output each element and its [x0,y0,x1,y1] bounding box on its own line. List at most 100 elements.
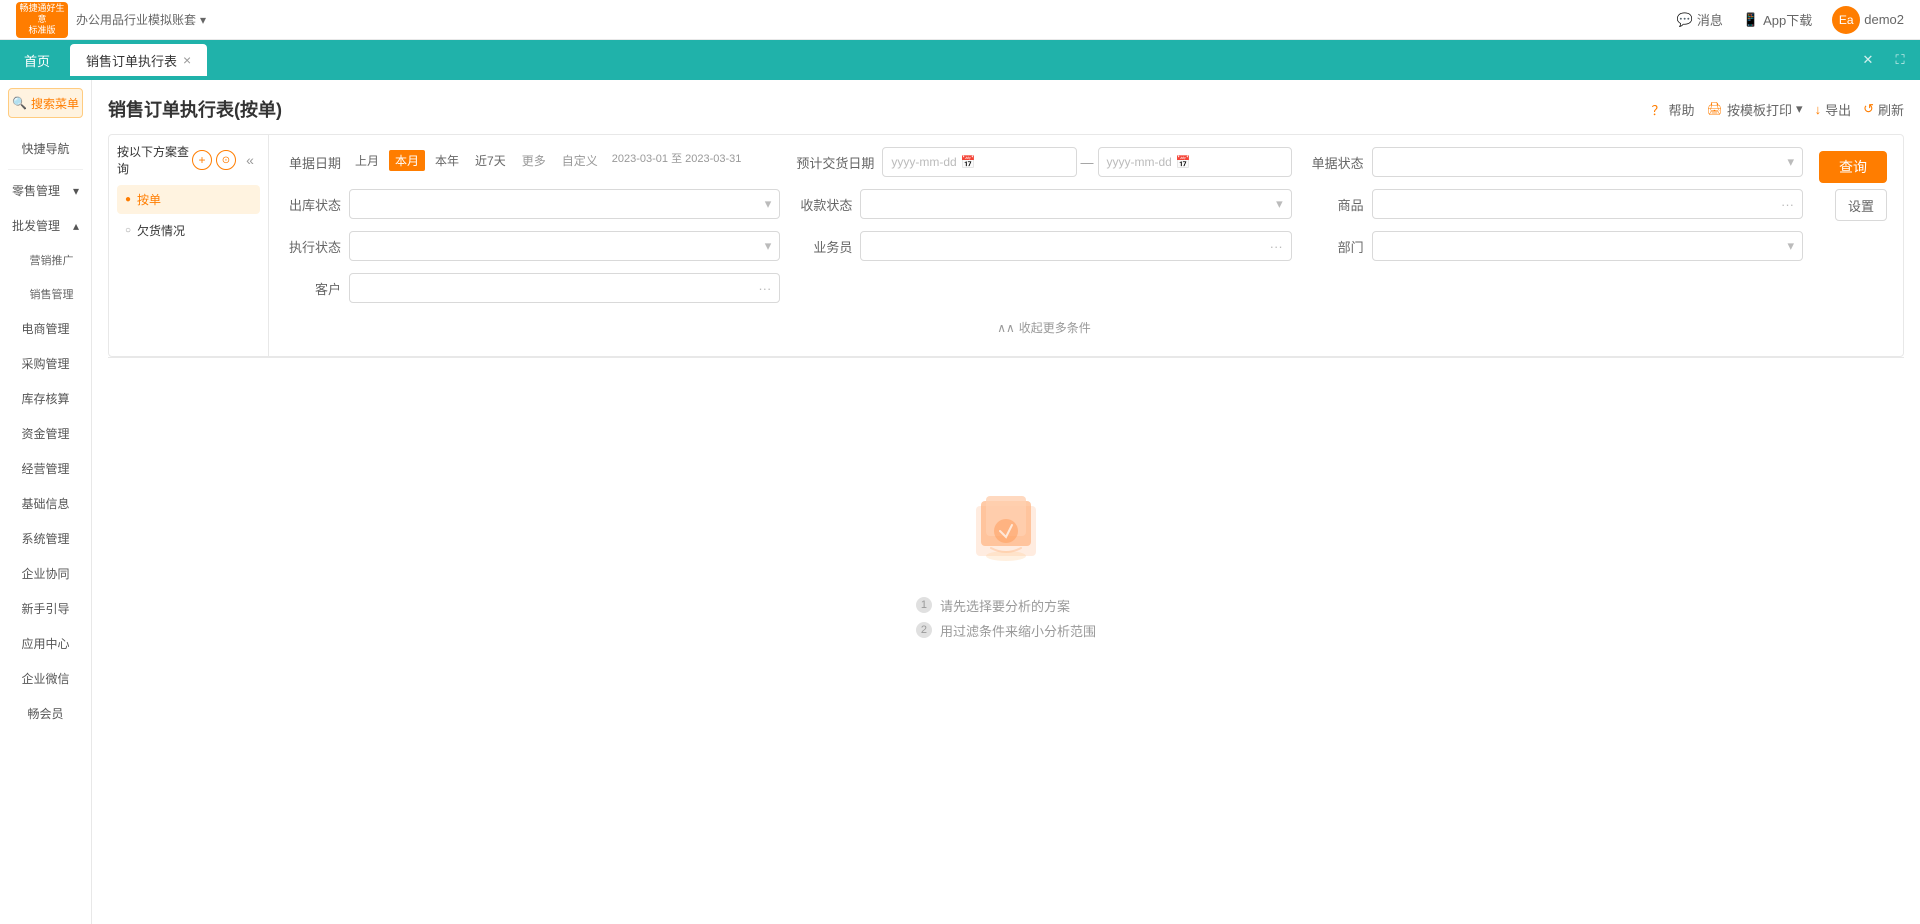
date-tag-this-month[interactable]: 本月 [389,150,425,171]
date-field: 单据日期 上月 本月 本年 近7天 更多 自定义 [285,150,780,175]
sidebar-item-ecommerce[interactable]: 电商管理 [4,312,87,345]
settings-button[interactable]: 设置 [1835,189,1887,221]
doc-status-select[interactable]: ▾ [1372,147,1803,177]
scheme-item-shortage[interactable]: ○ 欠货情况 [117,216,260,245]
tip-num-1: 1 [916,597,932,613]
wholesale-arrow-icon: ▴ [73,219,79,233]
content-area: 销售订单执行表(按单) ？ 帮助 🖨 按模板打印 ▾ ↓ 导出 [92,80,1920,924]
tabbar: 首页 销售订单执行表 × ✕ ⛶ [0,40,1920,80]
receive-status-arrow: ▾ [1276,196,1283,212]
sidebar-item-purchase[interactable]: 采购管理 [4,347,87,380]
topbar-right: 💬 消息 📱 App下载 Ea demo2 [1677,6,1904,34]
tab-close-all-btn[interactable]: ✕ [1856,48,1880,72]
sidebar-item-sys-mgmt[interactable]: 系统管理 [4,522,87,555]
print-icon: 🖨 [1707,101,1724,117]
export-icon: ↓ [1815,102,1822,117]
tip-num-2: 2 [916,622,932,638]
refresh-btn[interactable]: ↺ 刷新 [1863,100,1904,119]
exec-status-select[interactable]: ▾ [349,231,780,261]
sidebar-item-retail[interactable]: 零售管理 ▾ [4,174,87,207]
receive-status-select[interactable]: ▾ [860,189,1291,219]
download-icon: 📱 [1743,12,1759,28]
empty-tips: 1 请先选择要分析的方案 2 用过滤条件来缩小分析范围 [916,596,1096,640]
dept-field: 部门 ▾ [1308,231,1803,261]
date-tag-custom[interactable]: 自定义 [556,150,604,171]
sidebar-item-enterprise-wechat[interactable]: 企业微信 [4,662,87,695]
refresh-icon: ↺ [1863,101,1874,117]
tab-expand-btn[interactable]: ⛶ [1888,48,1912,72]
sidebar-item-sales-mgmt[interactable]: 销售管理 [4,278,87,310]
sidebar-item-enterprise-collab[interactable]: 企业协同 [4,557,87,590]
date-tag-this-year[interactable]: 本年 [429,150,465,171]
tab-sales-exec[interactable]: 销售订单执行表 × [70,44,207,76]
empty-tip-1: 1 请先选择要分析的方案 [916,596,1096,615]
out-status-label: 出库状态 [285,195,341,214]
date-range-display: 2023-03-01 至 2023-03-31 [612,150,742,171]
expected-date-label: 预计交货日期 [796,153,874,172]
out-status-field: 出库状态 ▾ [285,189,780,219]
goods-input[interactable]: ··· [1372,189,1803,219]
expected-date-from-input[interactable]: yyyy-mm-dd 📅 [882,147,1076,177]
copy-scheme-btn[interactable]: ⊙ [216,150,236,170]
help-icon: ？ [1651,100,1664,119]
sidebar-item-member[interactable]: 畅会员 [4,697,87,730]
date-tag-more[interactable]: 更多 [516,150,552,171]
salesperson-input[interactable]: ··· [860,231,1291,261]
filter-rows-wrapper: 单据日期 上月 本月 本年 近7天 更多 自定义 [285,147,1887,344]
salesperson-field: 业务员 ··· [796,231,1291,261]
user-menu[interactable]: Ea demo2 [1832,6,1904,34]
logo-text: 畅捷通好生意 [16,3,68,25]
dept-arrow: ▾ [1787,238,1794,254]
sidebar-item-quicknav[interactable]: 快捷导航 [4,132,87,165]
goods-label: 商品 [1308,195,1364,214]
tab-sales-exec-label: 销售订单执行表 [86,51,177,70]
topbar-left: 畅捷通好生意 标准版 办公用品行业模拟账套 ▾ [16,2,206,38]
app-title-dropdown[interactable]: 办公用品行业模拟账套 ▾ [76,11,206,28]
app-download-btn[interactable]: 📱 App下载 [1743,10,1812,29]
filter-row-1: 单据日期 上月 本月 本年 近7天 更多 自定义 [285,147,1803,177]
sidebar-item-finance[interactable]: 资金管理 [4,417,87,450]
sidebar-item-wholesale[interactable]: 批发管理 ▴ [4,209,87,242]
collapse-panel-btn[interactable]: « [240,150,260,170]
collapse-more-conditions-btn[interactable]: ∧∧ 收起更多条件 [285,311,1803,344]
sidebar-item-operations[interactable]: 经营管理 [4,452,87,485]
help-btn[interactable]: ？ 帮助 [1651,100,1694,119]
date-label: 单据日期 [285,153,341,172]
date-tag-7days[interactable]: 近7天 [469,150,512,171]
query-button[interactable]: 查询 [1819,151,1887,183]
doc-status-label: 单据状态 [1308,153,1364,172]
date-tags-row: 上月 本月 本年 近7天 更多 自定义 2023-03-01 至 2023-03… [349,150,780,171]
filter-row-3: 执行状态 ▾ 业务员 ··· [285,231,1803,261]
add-scheme-btn[interactable]: + [192,150,212,170]
out-status-select[interactable]: ▾ [349,189,780,219]
sidebar-item-newbie[interactable]: 新手引导 [4,592,87,625]
date-tag-last-month[interactable]: 上月 [349,150,385,171]
sidebar-item-basic-info[interactable]: 基础信息 [4,487,87,520]
calendar-icon-2: 📅 [1176,155,1191,169]
print-btn[interactable]: 🖨 按模板打印 ▾ [1707,100,1803,119]
scheme-item-by-order[interactable]: ● 按单 [117,185,260,214]
sidebar-item-marketing[interactable]: 营销推广 [4,244,87,276]
dept-select[interactable]: ▾ [1372,231,1803,261]
date-separator: — [1081,155,1094,170]
tab-home[interactable]: 首页 [8,44,66,76]
expected-date-to-input[interactable]: yyyy-mm-dd 📅 [1098,147,1292,177]
message-btn[interactable]: 💬 消息 [1677,10,1723,29]
export-btn[interactable]: ↓ 导出 [1815,100,1852,119]
sidebar: 🔍 搜索菜单 快捷导航 零售管理 ▾ 批发管理 ▴ 营销推广 销售管理 [0,80,92,924]
sidebar-item-app-center[interactable]: 应用中心 [4,627,87,660]
filter-section-actions: + ⊙ « [192,150,260,170]
main-layout: 🔍 搜索菜单 快捷导航 零售管理 ▾ 批发管理 ▴ 营销推广 销售管理 [0,80,1920,924]
customer-input[interactable]: ··· [349,273,780,303]
filter-row-4: 客户 ··· [285,273,1803,303]
tab-close-icon[interactable]: × [183,52,191,68]
search-menu-btn[interactable]: 🔍 搜索菜单 [8,88,83,118]
logo: 畅捷通好生意 标准版 [16,2,68,38]
retail-arrow-icon: ▾ [73,184,79,198]
doc-status-arrow: ▾ [1787,154,1794,170]
filter-rows: 单据日期 上月 本月 本年 近7天 更多 自定义 [285,147,1803,344]
salesperson-label: 业务员 [796,237,852,256]
sidebar-item-inventory[interactable]: 库存核算 [4,382,87,415]
left-panel: 按以下方案查询 + ⊙ « ● 按单 ○ 欠货情况 [109,135,269,356]
page-header: 销售订单执行表(按单) ？ 帮助 🖨 按模板打印 ▾ ↓ 导出 [108,96,1904,122]
